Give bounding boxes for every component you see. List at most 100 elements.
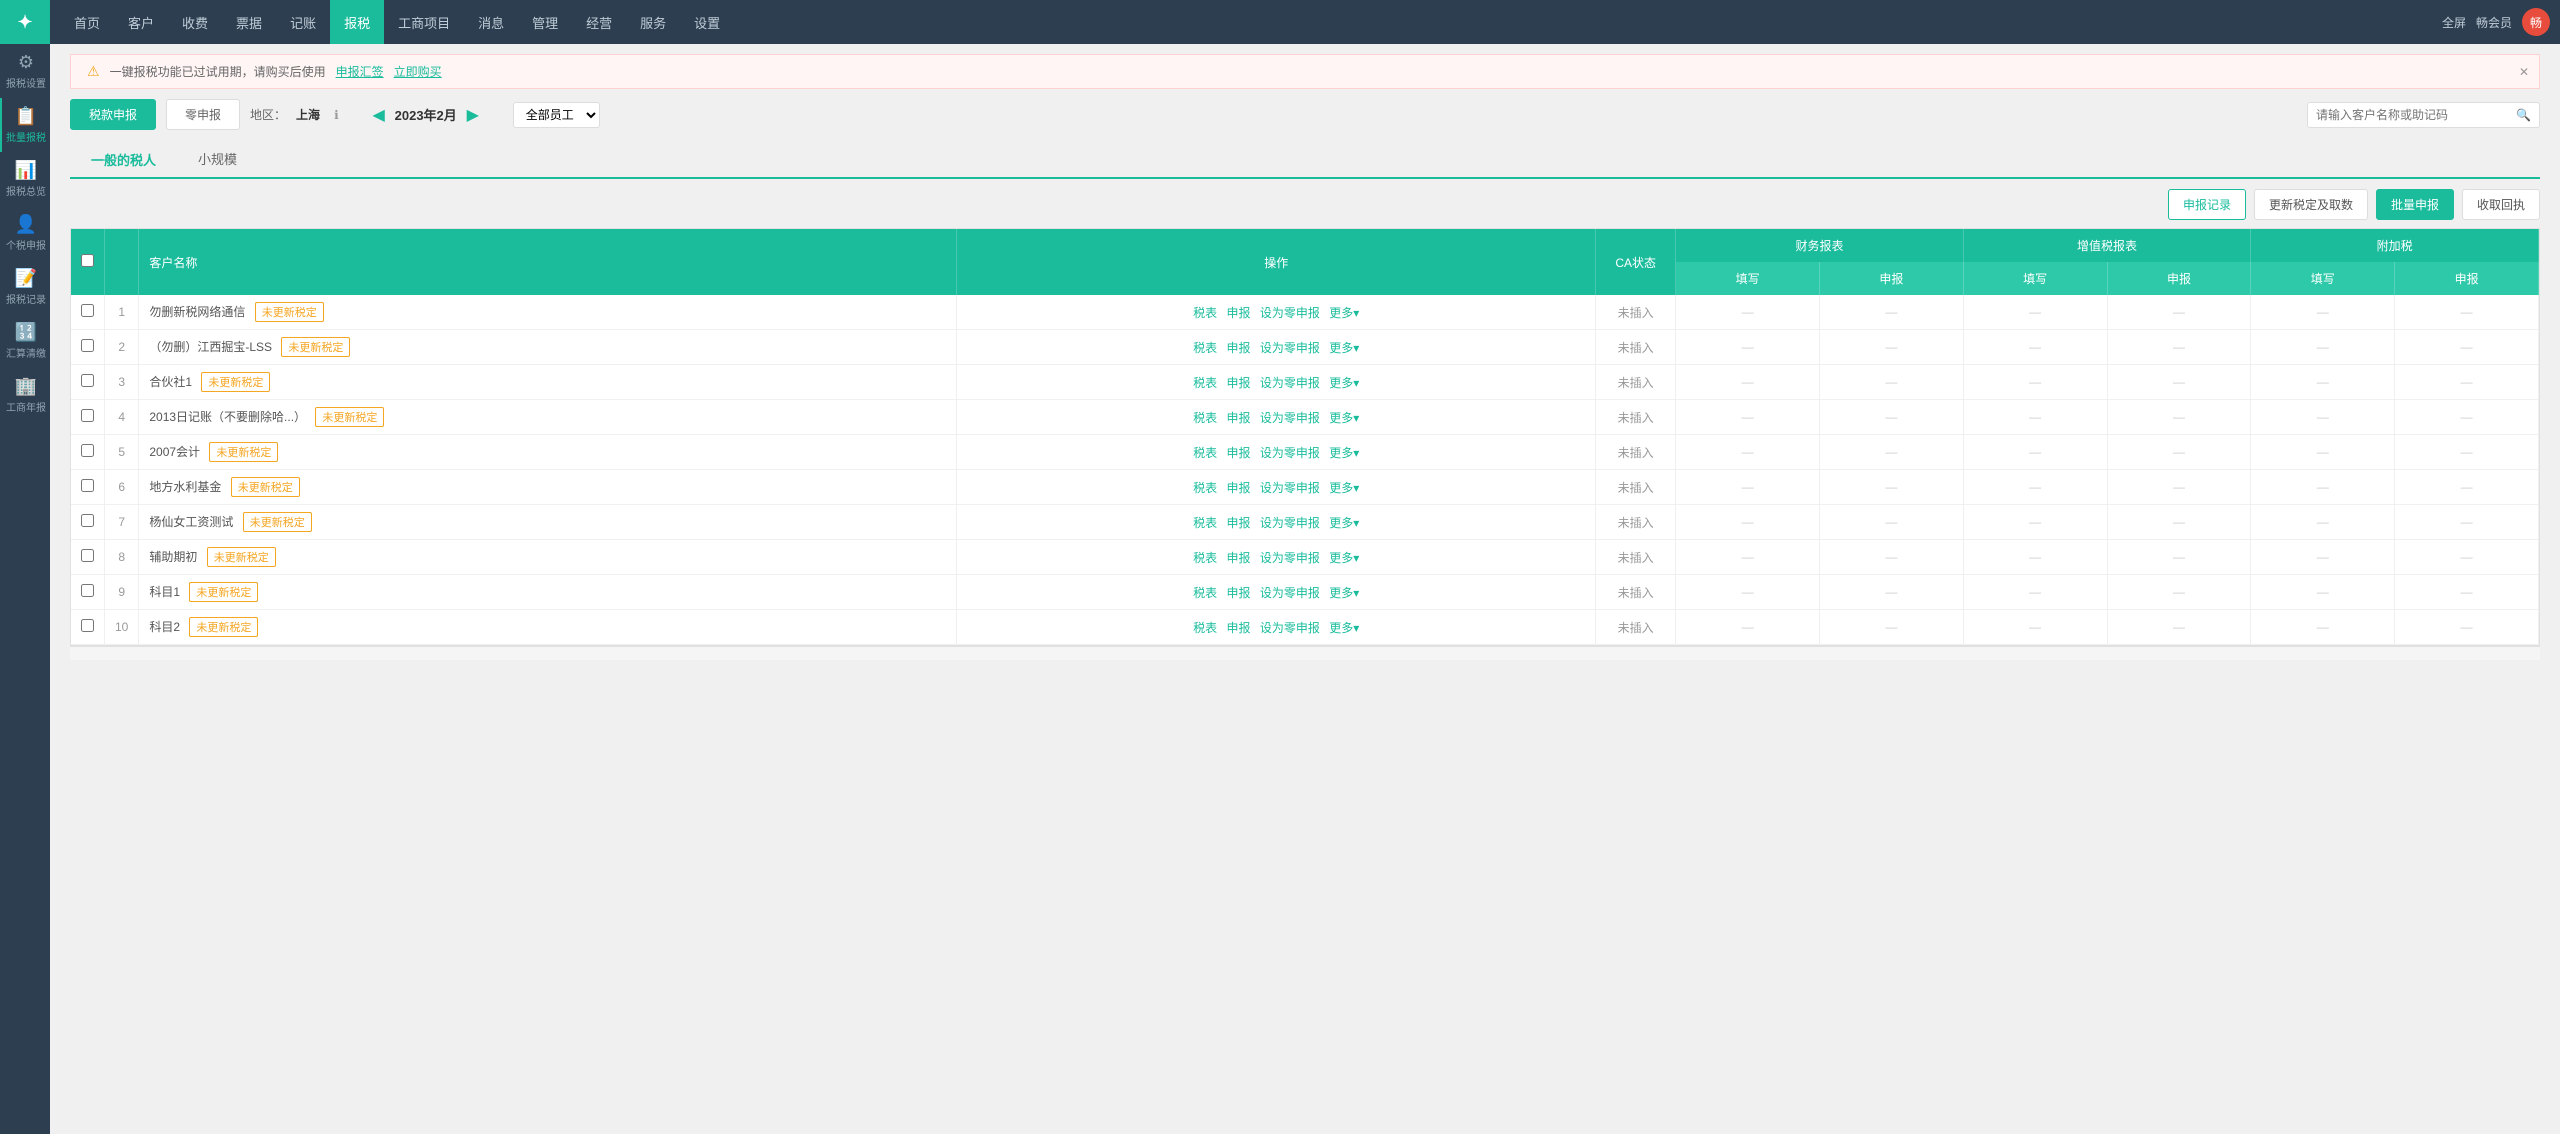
- sidebar-item-personal-tax[interactable]: 👤 个税申报: [0, 206, 50, 260]
- op-more[interactable]: 更多▾: [1329, 481, 1359, 495]
- nav-billing[interactable]: 收费: [168, 0, 222, 44]
- search-input[interactable]: [2308, 103, 2508, 127]
- op-tax-table[interactable]: 税表: [1193, 481, 1217, 495]
- btn-records[interactable]: 申报记录: [2168, 189, 2246, 220]
- th-fin-submit: 申报: [1819, 262, 1963, 295]
- tab-general-taxpayer[interactable]: 一般的税人: [70, 141, 177, 179]
- btn-batch-submit[interactable]: 批量申报: [2376, 189, 2454, 220]
- op-tax-table[interactable]: 税表: [1193, 586, 1217, 600]
- content: ⚠ 一键报税功能已过试用期，请购买后使用 申报汇签 立即购买 ✕ 税款申报 零申…: [50, 44, 2560, 1134]
- taxpayer-tabs: 一般的税人 小规模: [70, 140, 2540, 179]
- bottom-scrollbar[interactable]: [70, 646, 2540, 660]
- nav-clients[interactable]: 客户: [114, 0, 168, 44]
- banner-link1[interactable]: 申报汇签: [336, 63, 384, 80]
- op-zero-submit[interactable]: 设为零申报: [1260, 376, 1320, 390]
- sidebar: ✦ ⚙ 报税设置 📋 批量报税 📊 报税总览 👤 个税申报 📝 报税记录 🔢 汇…: [0, 0, 50, 1134]
- tab-tax-declaration[interactable]: 税款申报: [70, 99, 156, 130]
- nav-messages[interactable]: 消息: [464, 0, 518, 44]
- btn-retrieve[interactable]: 收取回执: [2462, 189, 2540, 220]
- search-icon[interactable]: 🔍: [2508, 103, 2539, 127]
- nav-operations[interactable]: 经营: [572, 0, 626, 44]
- op-zero-submit[interactable]: 设为零申报: [1260, 411, 1320, 425]
- op-more[interactable]: 更多▾: [1329, 376, 1359, 390]
- date-next[interactable]: ▶: [463, 105, 483, 125]
- row-checkbox[interactable]: [71, 295, 105, 330]
- row-fin-fill: —: [1676, 330, 1820, 365]
- row-checkbox[interactable]: [71, 330, 105, 365]
- op-tax-table[interactable]: 税表: [1193, 446, 1217, 460]
- sidebar-item-calc-clear[interactable]: 🔢 汇算清缴: [0, 314, 50, 368]
- nav-invoice[interactable]: 票据: [222, 0, 276, 44]
- main-area: 首页 客户 收费 票据 记账 报税 工商项目 消息 管理 经营 服务 设置 全屏…: [50, 0, 2560, 1134]
- op-zero-submit[interactable]: 设为零申报: [1260, 446, 1320, 460]
- upgrade-btn[interactable]: 畅会员: [2476, 14, 2512, 31]
- nav-home[interactable]: 首页: [60, 0, 114, 44]
- op-zero-submit[interactable]: 设为零申报: [1260, 586, 1320, 600]
- op-more[interactable]: 更多▾: [1329, 621, 1359, 635]
- row-operations: 税表 申报 设为零申报 更多▾: [957, 575, 1596, 610]
- btn-update-rules[interactable]: 更新税定及取数: [2254, 189, 2368, 220]
- row-checkbox[interactable]: [71, 365, 105, 400]
- op-submit[interactable]: 申报: [1227, 551, 1251, 565]
- op-submit[interactable]: 申报: [1227, 411, 1251, 425]
- op-tax-table[interactable]: 税表: [1193, 376, 1217, 390]
- op-tax-table[interactable]: 税表: [1193, 341, 1217, 355]
- nav-management[interactable]: 管理: [518, 0, 572, 44]
- banner-link2[interactable]: 立即购买: [394, 63, 442, 80]
- nav-biz-project[interactable]: 工商项目: [384, 0, 464, 44]
- op-submit[interactable]: 申报: [1227, 481, 1251, 495]
- op-submit[interactable]: 申报: [1227, 376, 1251, 390]
- row-add-fill: —: [2251, 400, 2395, 435]
- op-submit[interactable]: 申报: [1227, 621, 1251, 635]
- op-tax-table[interactable]: 税表: [1193, 621, 1217, 635]
- sidebar-item-batch-tax[interactable]: 📋 批量报税: [0, 98, 50, 152]
- nav-bookkeeping[interactable]: 记账: [276, 0, 330, 44]
- sidebar-item-tax-records[interactable]: 📝 报税记录: [0, 260, 50, 314]
- op-tax-table[interactable]: 税表: [1193, 516, 1217, 530]
- row-checkbox[interactable]: [71, 400, 105, 435]
- op-more[interactable]: 更多▾: [1329, 306, 1359, 320]
- row-checkbox[interactable]: [71, 505, 105, 540]
- nav-services[interactable]: 服务: [626, 0, 680, 44]
- tab-small-scale[interactable]: 小规模: [177, 140, 258, 177]
- op-more[interactable]: 更多▾: [1329, 516, 1359, 530]
- nav-settings[interactable]: 设置: [680, 0, 734, 44]
- op-more[interactable]: 更多▾: [1329, 586, 1359, 600]
- op-tax-table[interactable]: 税表: [1193, 411, 1217, 425]
- op-tax-table[interactable]: 税表: [1193, 306, 1217, 320]
- sidebar-item-tax-overview[interactable]: 📊 报税总览: [0, 152, 50, 206]
- employee-dropdown[interactable]: 全部员工: [513, 102, 600, 128]
- avatar[interactable]: 畅: [2522, 8, 2550, 36]
- op-zero-submit[interactable]: 设为零申报: [1260, 621, 1320, 635]
- op-submit[interactable]: 申报: [1227, 586, 1251, 600]
- row-checkbox[interactable]: [71, 575, 105, 610]
- banner-close[interactable]: ✕: [2519, 65, 2529, 79]
- info-icon[interactable]: ℹ: [334, 108, 339, 122]
- date-prev[interactable]: ◀: [369, 105, 389, 125]
- op-zero-submit[interactable]: 设为零申报: [1260, 481, 1320, 495]
- th-tax-submit: 申报: [2107, 262, 2251, 295]
- op-more[interactable]: 更多▾: [1329, 341, 1359, 355]
- op-more[interactable]: 更多▾: [1329, 551, 1359, 565]
- row-checkbox[interactable]: [71, 610, 105, 645]
- row-checkbox[interactable]: [71, 540, 105, 575]
- op-tax-table[interactable]: 税表: [1193, 551, 1217, 565]
- op-submit[interactable]: 申报: [1227, 446, 1251, 460]
- op-more[interactable]: 更多▾: [1329, 411, 1359, 425]
- op-submit[interactable]: 申报: [1227, 341, 1251, 355]
- op-submit[interactable]: 申报: [1227, 306, 1251, 320]
- op-zero-submit[interactable]: 设为零申报: [1260, 516, 1320, 530]
- tab-zero-declaration[interactable]: 零申报: [166, 99, 240, 130]
- op-zero-submit[interactable]: 设为零申报: [1260, 551, 1320, 565]
- op-submit[interactable]: 申报: [1227, 516, 1251, 530]
- row-checkbox[interactable]: [71, 435, 105, 470]
- sidebar-item-tax-settings[interactable]: ⚙ 报税设置: [0, 44, 50, 98]
- fullscreen-btn[interactable]: 全屏: [2442, 14, 2466, 31]
- select-all-checkbox[interactable]: [81, 254, 94, 267]
- sidebar-item-biz-annual[interactable]: 🏢 工商年报: [0, 368, 50, 422]
- op-zero-submit[interactable]: 设为零申报: [1260, 341, 1320, 355]
- nav-tax[interactable]: 报税: [330, 0, 384, 44]
- row-checkbox[interactable]: [71, 470, 105, 505]
- op-zero-submit[interactable]: 设为零申报: [1260, 306, 1320, 320]
- op-more[interactable]: 更多▾: [1329, 446, 1359, 460]
